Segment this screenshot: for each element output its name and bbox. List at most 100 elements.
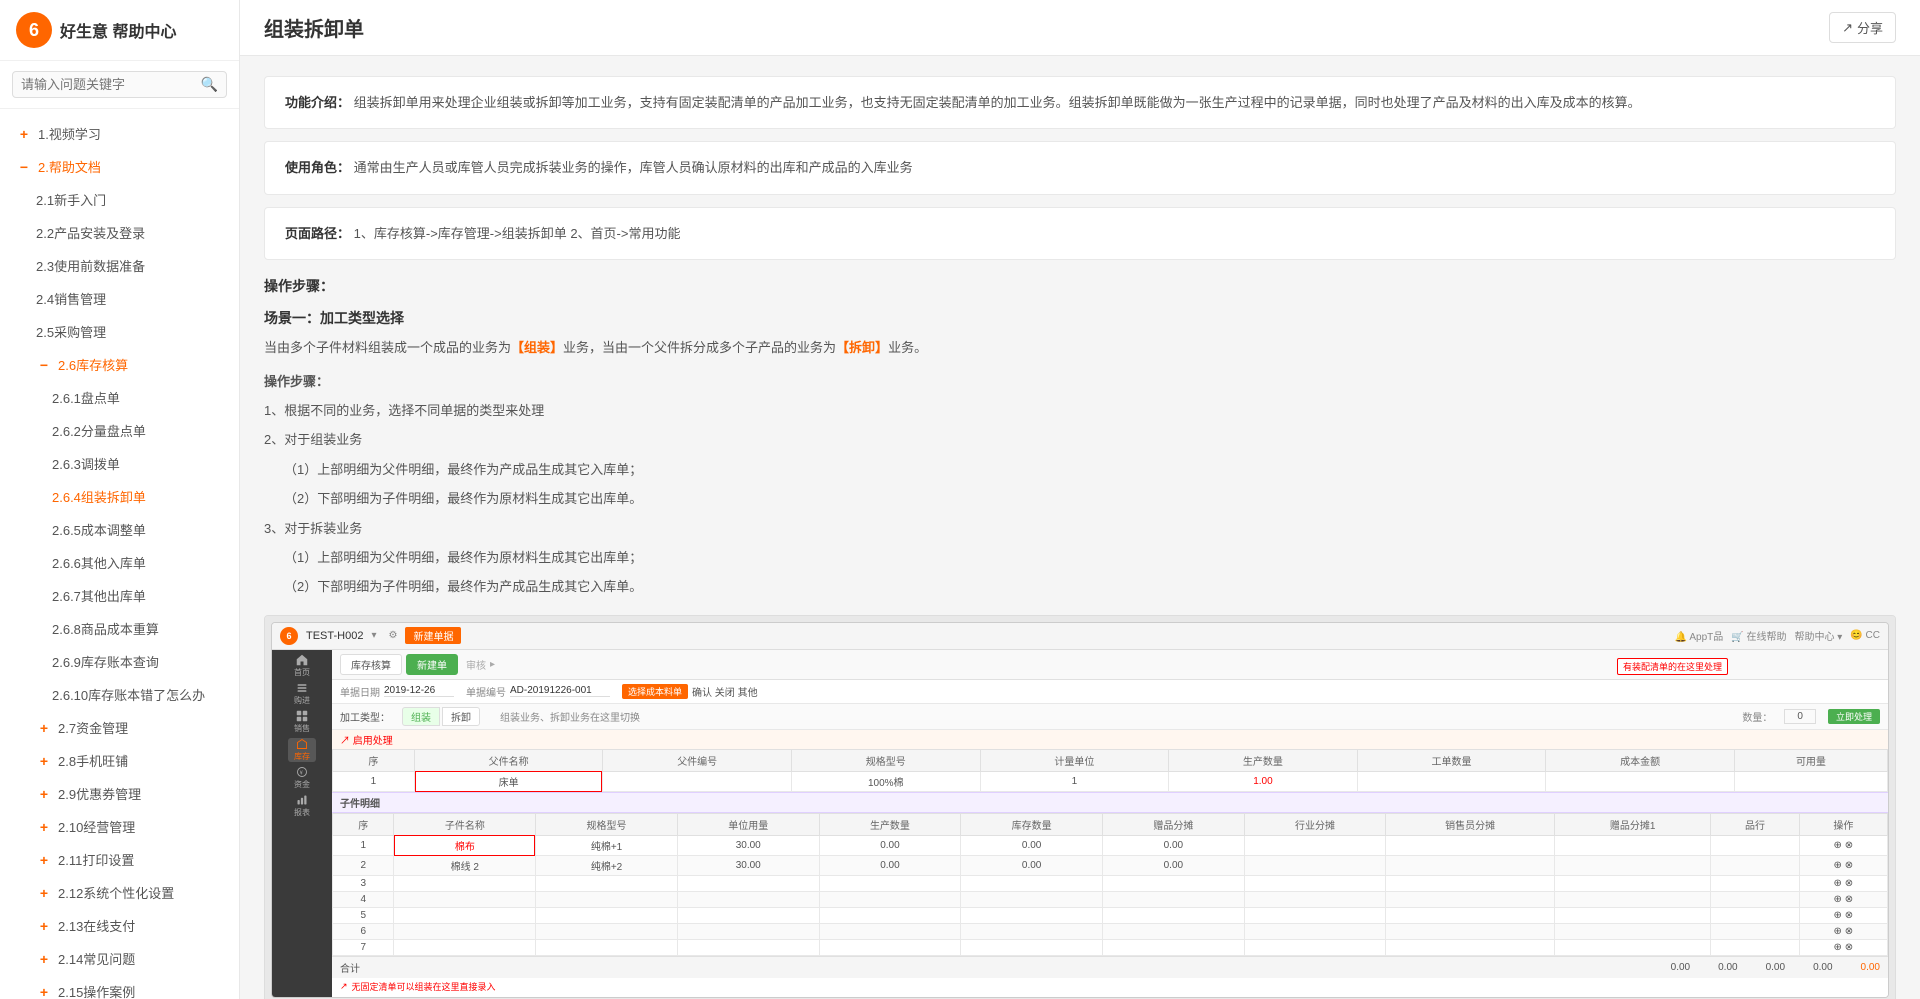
- mock-tab-new[interactable]: 新建单: [406, 654, 458, 675]
- sidebar-item-2-1[interactable]: 2.1新手入门: [0, 183, 239, 216]
- sidebar-item-2-2[interactable]: 2.2产品安装及登录: [0, 216, 239, 249]
- sidebar-item-2-6-2[interactable]: 2.6.2分量盘点单: [0, 414, 239, 447]
- expand-icon-2-14: +: [36, 951, 52, 967]
- mock-sub-table: 序 子件名称 规格型号 单位用量 生产数量 库存数量 赠品分摊 行业分摊: [332, 813, 1888, 956]
- sidebar-item-2-5[interactable]: 2.5采购管理: [0, 315, 239, 348]
- sidebar-item-2-6-9[interactable]: 2.6.9库存账本查询: [0, 645, 239, 678]
- mock-date-field: 单据日期 2019-12-26: [340, 684, 454, 699]
- arrow-icon: ↗: [340, 981, 348, 992]
- search-box[interactable]: 🔍: [12, 71, 227, 98]
- sidebar-item-2-6-6[interactable]: 2.6.6其他入库单: [0, 546, 239, 579]
- sidebar-item-2-10[interactable]: + 2.10经营管理: [0, 810, 239, 843]
- mock-nav-list[interactable]: 购进: [288, 682, 316, 706]
- sidebar-item-2-6[interactable]: − 2.6库存核算: [0, 348, 239, 381]
- sidebar-item-2-11[interactable]: + 2.11打印设置: [0, 843, 239, 876]
- ops-section: 操作步骤： 场景一：加工类型选择 当由多个子件材料组装成一个成品的业务为【组装】…: [264, 276, 1896, 599]
- top-bar: 组装拆卸单 ↗ 分享: [240, 0, 1920, 56]
- mock-nav-finance[interactable]: ¥ 资金: [288, 766, 316, 790]
- mock-sub-table-area: 序 子件名称 规格型号 单位用量 生产数量 库存数量 赠品分摊 行业分摊: [332, 813, 1888, 956]
- search-area: 🔍: [0, 61, 239, 109]
- sidebar-item-2-7[interactable]: + 2.7资金管理: [0, 711, 239, 744]
- sidebar-item-2-3[interactable]: 2.3使用前数据准备: [0, 249, 239, 282]
- mock-assemble-tab[interactable]: 组装: [402, 707, 440, 726]
- step1: 1、根据不同的业务，选择不同单据的类型来处理: [264, 399, 1896, 422]
- nav-label-2: 2.帮助文档: [38, 157, 101, 176]
- expand-icon-1: +: [16, 126, 32, 142]
- sidebar-item-2-6-3[interactable]: 2.6.3调拨单: [0, 447, 239, 480]
- expand-icon-2-9: +: [36, 786, 52, 802]
- mock-nav-warehouse[interactable]: 库存: [288, 738, 316, 762]
- table-row: 1 床单 100%棉 1 1.0: [333, 771, 1888, 791]
- mock-outer: 6 TEST-H002 ▾ ⚙ 新建单据 🔔 AppT品 🛒 在线帮助 帮助中心…: [265, 616, 1895, 999]
- sidebar-item-2-8[interactable]: + 2.8手机旺铺: [0, 744, 239, 777]
- mock-top-table-area: 序 父件名称 父件编号 规格型号 计量单位 生产数量 工单数量 成本金额: [332, 749, 1888, 792]
- sidebar-item-2-14[interactable]: + 2.14常见问题: [0, 942, 239, 975]
- nav-label-2-6-9: 2.6.9库存账本查询: [52, 652, 159, 671]
- mock-nav-report[interactable]: 报表: [288, 794, 316, 818]
- mock-nav-home[interactable]: 首页: [288, 654, 316, 678]
- mock-confirm-btn[interactable]: 立即处理: [1828, 709, 1880, 724]
- mock-window: 6 TEST-H002 ▾ ⚙ 新建单据 🔔 AppT品 🛒 在线帮助 帮助中心…: [271, 622, 1889, 998]
- sidebar-item-2-6-8[interactable]: 2.6.8商品成本重算: [0, 612, 239, 645]
- sidebar-item-2-6-7[interactable]: 2.6.7其他出库单: [0, 579, 239, 612]
- path-label: 页面路径：: [285, 226, 350, 241]
- logo-icon: 6: [16, 12, 52, 48]
- nav-label-2-13: 2.13在线支付: [58, 916, 135, 935]
- nav-label-2-6-7: 2.6.7其他出库单: [52, 586, 146, 605]
- expand-icon-2-10: +: [36, 819, 52, 835]
- table-row: 2 棉线 2 纯棉+2 30.00 0.00 0.00 0.00: [333, 855, 1888, 875]
- mock-new-btn[interactable]: 新建单据: [405, 627, 461, 644]
- mock-select-type-btn[interactable]: 选择成本料单: [622, 684, 688, 699]
- share-icon: ↗: [1842, 20, 1853, 36]
- func-intro-text: 组装拆卸单用来处理企业组装或拆卸等加工业务，支持有固定装配清单的产品加工业务，也…: [354, 95, 1641, 110]
- mock-code-field: 单据编号 AD-20191226-001: [466, 684, 610, 699]
- sidebar-item-2-9[interactable]: + 2.9优惠券管理: [0, 777, 239, 810]
- table-row: 1 棉布 纯棉+1 30.00 0.00: [333, 835, 1888, 855]
- screenshot-container: 6 TEST-H002 ▾ ⚙ 新建单据 🔔 AppT品 🛒 在线帮助 帮助中心…: [264, 615, 1896, 999]
- sidebar-item-2-13[interactable]: + 2.13在线支付: [0, 909, 239, 942]
- nav-label-2-6-2: 2.6.2分量盘点单: [52, 421, 146, 440]
- sidebar-item-2-15[interactable]: + 2.15操作案例: [0, 975, 239, 999]
- mock-disassemble-tab[interactable]: 拆卸: [442, 707, 480, 726]
- sidebar-item-2-4[interactable]: 2.4销售管理: [0, 282, 239, 315]
- sidebar-item-2-6-10[interactable]: 2.6.10库存账本错了怎么办: [0, 678, 239, 711]
- nav-label-2-10: 2.10经营管理: [58, 817, 135, 836]
- mock-nav-grid[interactable]: 销售: [288, 710, 316, 734]
- sidebar-item-2-12[interactable]: + 2.12系统个性化设置: [0, 876, 239, 909]
- sidebar-item-2[interactable]: − 2.帮助文档: [0, 150, 239, 183]
- collapse-icon-2-6: −: [36, 357, 52, 373]
- search-icon[interactable]: 🔍: [201, 76, 218, 93]
- nav-label-2-5: 2.5采购管理: [36, 322, 106, 341]
- mock-callout-row: ↗ 启用处理: [332, 730, 1888, 749]
- table-row: 7: [333, 939, 1888, 955]
- callout-no-template: ↗ 无固定清单可以组装在这里直接录入: [332, 978, 1888, 997]
- func-intro-label: 功能介绍：: [285, 95, 350, 110]
- expand-icon-2-11: +: [36, 852, 52, 868]
- step3: 3、对于拆装业务: [264, 517, 1896, 540]
- search-input[interactable]: [21, 77, 201, 92]
- sidebar-item-1[interactable]: + 1.视频学习: [0, 117, 239, 150]
- sidebar-item-2-6-1[interactable]: 2.6.1盘点单: [0, 381, 239, 414]
- scene1-label: 场景一：加工类型选择: [264, 308, 1896, 328]
- mock-sub-info: 加工类型： 组装 拆卸 组装业务、拆卸业务在这里切换 数量： 0 立即处理: [332, 704, 1888, 730]
- ops-steps-label: 操作步骤：: [264, 276, 1896, 296]
- logo-area: 6 好生意 帮助中心: [0, 0, 239, 61]
- content-area: 功能介绍： 组装拆卸单用来处理企业组装或拆卸等加工业务，支持有固定装配清单的产品…: [240, 56, 1920, 999]
- share-button[interactable]: ↗ 分享: [1829, 12, 1896, 43]
- sidebar-item-2-6-5[interactable]: 2.6.5成本调整单: [0, 513, 239, 546]
- disassemble-highlight: 【拆卸】: [836, 340, 888, 355]
- table-row: 5: [333, 907, 1888, 923]
- collapse-icon-2: −: [16, 159, 32, 175]
- nav-label-2-3: 2.3使用前数据准备: [36, 256, 145, 275]
- sidebar-item-2-6-4[interactable]: 2.6.4组装拆卸单: [0, 480, 239, 513]
- mock-tab-inventory[interactable]: 库存核算: [340, 654, 402, 675]
- table-row: 6: [333, 923, 1888, 939]
- mock-nav-left: 首页 购进 销售 库存: [272, 650, 332, 997]
- nav-label-2-1: 2.1新手入门: [36, 190, 106, 209]
- mock-sub-section-label: 子件明细: [332, 792, 1888, 813]
- nav-label-2-12: 2.12系统个性化设置: [58, 883, 174, 902]
- nav-label-2-11: 2.11打印设置: [58, 850, 134, 869]
- mock-footer-row: 合计 0.00 0.00 0.00 0.00 0.00: [332, 956, 1888, 978]
- nav-section: + 1.视频学习 − 2.帮助文档 2.1新手入门 2.2产品安装及登录 2.3…: [0, 109, 239, 999]
- main-area: 组装拆卸单 ↗ 分享 功能介绍： 组装拆卸单用来处理企业组装或拆卸等加工业务，支…: [240, 0, 1920, 999]
